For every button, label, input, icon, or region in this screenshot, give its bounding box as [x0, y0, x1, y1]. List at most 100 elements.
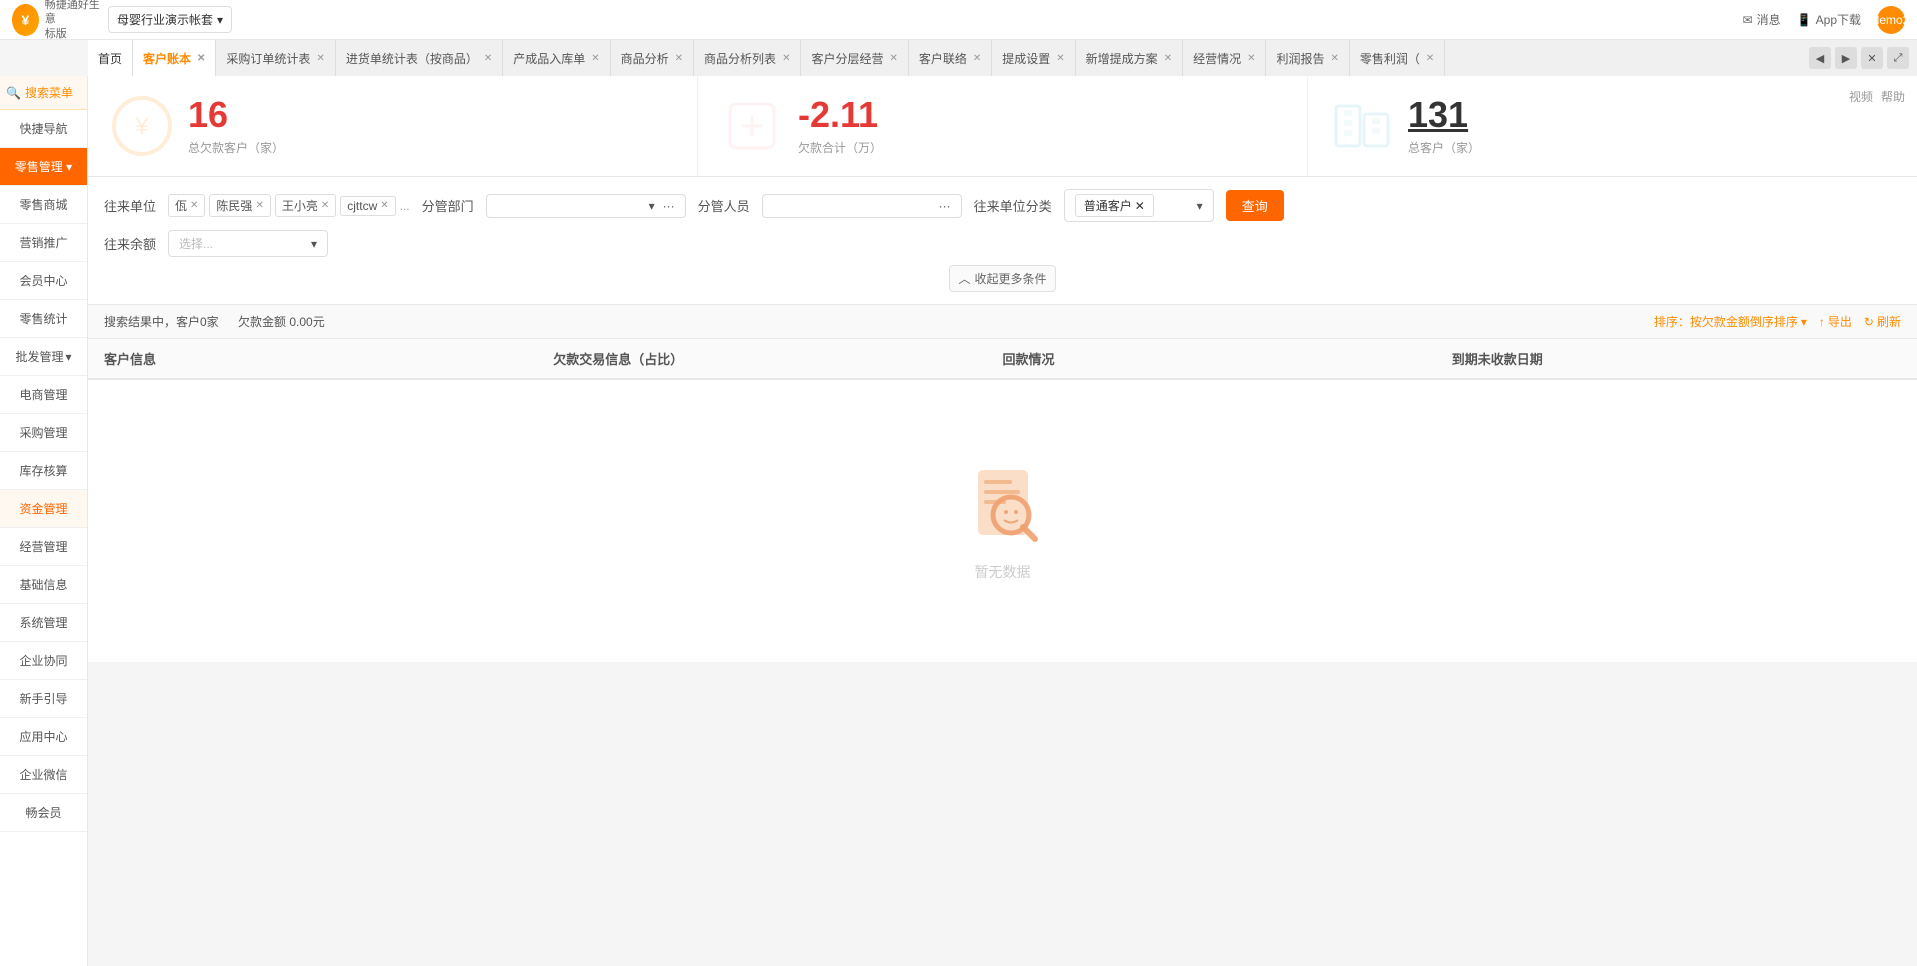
tab-customer-connect[interactable]: 客户联络 ✕ — [909, 40, 992, 76]
sidebar-item-quick-nav[interactable]: 快捷导航 — [0, 110, 87, 148]
filter-unit-tags: 佤 ✕ 陈民强 ✕ 王小亮 ✕ cjttcw ✕ ... — [168, 194, 410, 217]
video-help-area: 视频 帮助 — [1849, 88, 1905, 105]
tab-fullscreen-btn[interactable]: ⤢ — [1887, 47, 1909, 69]
tab-close-all-btn[interactable]: ✕ — [1861, 47, 1883, 69]
sidebar-item-retail-stats[interactable]: 零售统计 — [0, 300, 87, 338]
query-button[interactable]: 查询 — [1226, 190, 1284, 221]
tab-product-analysis-list[interactable]: 商品分析列表 ✕ — [694, 40, 801, 76]
collapse-btn[interactable]: ︿ 收起更多条件 — [949, 265, 1055, 292]
tag-close-unit-class[interactable]: ✕ — [1135, 199, 1145, 213]
filter-dept-select[interactable]: ▾ ··· — [486, 194, 686, 218]
refresh-btn[interactable]: ↻ 刷新 — [1864, 313, 1901, 330]
filter-tag-unit-4[interactable]: cjttcw ✕ — [340, 196, 395, 216]
tab-close-customertier[interactable]: ✕ — [889, 53, 897, 64]
tab-close-businessstatus[interactable]: ✕ — [1247, 53, 1255, 64]
sidebar-item-retail[interactable]: 零售管理 ▾ — [0, 148, 87, 186]
tab-next-btn[interactable]: ▶ — [1835, 47, 1857, 69]
tab-close-newraise[interactable]: ✕ — [1164, 53, 1172, 64]
tab-home[interactable]: 首页 — [88, 40, 133, 76]
sidebar-item-enterprise-wx[interactable]: 企业微信 — [0, 756, 87, 794]
user-avatar[interactable]: demo2 — [1877, 6, 1905, 34]
tag-close-unit-1[interactable]: ✕ — [190, 200, 198, 211]
tab-close-retailprofit[interactable]: ✕ — [1426, 53, 1434, 64]
video-help-help[interactable]: 帮助 — [1881, 88, 1905, 105]
filter-tag-unit-1[interactable]: 佤 ✕ — [168, 194, 205, 217]
tab-close-purchase[interactable]: ✕ — [316, 53, 324, 64]
tab-new-raise[interactable]: 新增提成方案 ✕ — [1076, 40, 1183, 76]
tab-product-analysis[interactable]: 商品分析 ✕ — [611, 40, 694, 76]
tab-customers[interactable]: 客户账本 ✕ — [133, 40, 216, 76]
tab-close-customerconnect[interactable]: ✕ — [973, 53, 981, 64]
table-col-repayment: 回款情况 — [1003, 349, 1452, 368]
tab-produce-stock[interactable]: 产成品入库单 ✕ — [503, 40, 610, 76]
filter-unit-class-label: 往来单位分类 — [974, 196, 1052, 215]
tab-retail-profit[interactable]: 零售利润（ ✕ — [1350, 40, 1445, 76]
stat-value-debt-customers: 16 — [188, 97, 673, 133]
sidebar-item-basic-info[interactable]: 基础信息 — [0, 566, 87, 604]
tag-close-unit-2[interactable]: ✕ — [255, 200, 263, 211]
sidebar-item-marketing[interactable]: 营销推广 — [0, 224, 87, 262]
tag-close-unit-4[interactable]: ✕ — [380, 200, 388, 211]
app-download-btn[interactable]: 📱 App下载 — [1797, 11, 1861, 28]
sidebar-item-member[interactable]: 会员中心 — [0, 262, 87, 300]
tab-close-profitreport[interactable]: ✕ — [1331, 53, 1339, 64]
sidebar-item-finance[interactable]: 资金管理 — [0, 490, 87, 528]
sidebar-item-purchase[interactable]: 采购管理 — [0, 414, 87, 452]
stat-icon-2 — [722, 96, 782, 156]
filter-tag-unit-3[interactable]: 王小亮 ✕ — [275, 194, 336, 217]
sidebar-item-operations[interactable]: 经营管理 — [0, 528, 87, 566]
sidebar-item-enterprise-collab[interactable]: 企业协同 — [0, 642, 87, 680]
filter-unit-class-select[interactable]: 普通客户 ✕ ▾ — [1064, 189, 1214, 222]
logo-area: ¥ 畅捷通好生意 标版 — [12, 0, 100, 41]
sidebar-search-inner[interactable]: 🔍 搜索菜单 — [6, 84, 81, 101]
sidebar-item-ecommerce[interactable]: 电商管理 — [0, 376, 87, 414]
stat-card-total-debt-customers: ¥ 16 总欠款客户（家） — [88, 76, 698, 176]
filter-area: 往来单位 佤 ✕ 陈民强 ✕ 王小亮 ✕ cjttcw — [88, 177, 1917, 305]
sidebar-item-system[interactable]: 系统管理 — [0, 604, 87, 642]
tab-purchase-order[interactable]: 采购订单统计表 ✕ — [216, 40, 335, 76]
header-left: ¥ 畅捷通好生意 标版 母婴行业演示帐套 ▾ — [12, 0, 232, 41]
tab-close-raisesettings[interactable]: ✕ — [1056, 53, 1064, 64]
stat-card-total-debt: -2.11 欠款合计（万） — [698, 76, 1308, 176]
tab-raise-settings[interactable]: 提成设置 ✕ — [992, 40, 1075, 76]
filter-more-btn[interactable]: ... — [400, 199, 410, 213]
company-selector[interactable]: 母婴行业演示帐套 ▾ — [108, 6, 232, 33]
tab-close-producestock[interactable]: ✕ — [591, 53, 599, 64]
filter-unit-label: 往来单位 — [104, 196, 156, 215]
results-bar: 搜索结果中，客户0家 欠款金额 0.00元 排序：按欠款金额倒序排序 ▾ ↑ 导… — [88, 305, 1917, 339]
tab-business-status[interactable]: 经营情况 ✕ — [1183, 40, 1266, 76]
tab-customer-tier[interactable]: 客户分层经营 ✕ — [801, 40, 908, 76]
sidebar-search-area[interactable]: 🔍 搜索菜单 — [0, 76, 87, 110]
video-help-video[interactable]: 视频 — [1849, 88, 1873, 105]
sidebar-item-inventory[interactable]: 库存核算 — [0, 452, 87, 490]
stat-content-2: -2.11 欠款合计（万） — [798, 97, 1283, 156]
sidebar-item-member-plus[interactable]: 畅会员 — [0, 794, 87, 832]
tag-close-unit-3[interactable]: ✕ — [321, 200, 329, 211]
sort-select[interactable]: 排序：按欠款金额倒序排序 ▾ — [1654, 313, 1807, 330]
tab-profit-report[interactable]: 利润报告 ✕ — [1266, 40, 1349, 76]
results-actions: 排序：按欠款金额倒序排序 ▾ ↑ 导出 ↻ 刷新 — [1654, 313, 1901, 330]
tab-close-productanalysislist[interactable]: ✕ — [782, 53, 790, 64]
tab-close-purchasestat[interactable]: ✕ — [484, 53, 492, 64]
filter-person-select[interactable]: ··· — [762, 194, 962, 218]
export-btn[interactable]: ↑ 导出 — [1819, 313, 1852, 330]
filter-tag-unit-2[interactable]: 陈民强 ✕ — [209, 194, 270, 217]
filter-unit-class-tag[interactable]: 普通客户 ✕ — [1075, 194, 1154, 217]
tab-close-productanalysis[interactable]: ✕ — [675, 53, 683, 64]
sidebar-item-new-guide[interactable]: 新手引导 — [0, 680, 87, 718]
message-btn[interactable]: ✉ 消息 — [1743, 11, 1781, 28]
filter-balance-select[interactable]: 选择... ▾ — [168, 230, 328, 257]
stat-content-1: 16 总欠款客户（家） — [188, 97, 673, 156]
tab-prev-btn[interactable]: ◀ — [1809, 47, 1831, 69]
sidebar-item-app-center[interactable]: 应用中心 — [0, 718, 87, 756]
filter-person-label: 分管人员 — [698, 196, 750, 215]
sidebar-item-wholesale[interactable]: 批发管理 ▾ — [0, 338, 87, 376]
tab-close-customers[interactable]: ✕ — [197, 53, 205, 64]
export-icon: ↑ — [1819, 315, 1825, 329]
table-col-customer-info: 客户信息 — [104, 349, 553, 368]
sidebar-item-retail-mall[interactable]: 零售商城 — [0, 186, 87, 224]
tab-bar: 首页 客户账本 ✕ 采购订单统计表 ✕ 进货单统计表（按商品） ✕ 产成品入库单… — [88, 40, 1917, 76]
tab-purchase-stat[interactable]: 进货单统计表（按商品） ✕ — [336, 40, 503, 76]
home-tab-label: 首页 — [98, 50, 122, 67]
search-icon: 🔍 — [6, 86, 21, 100]
